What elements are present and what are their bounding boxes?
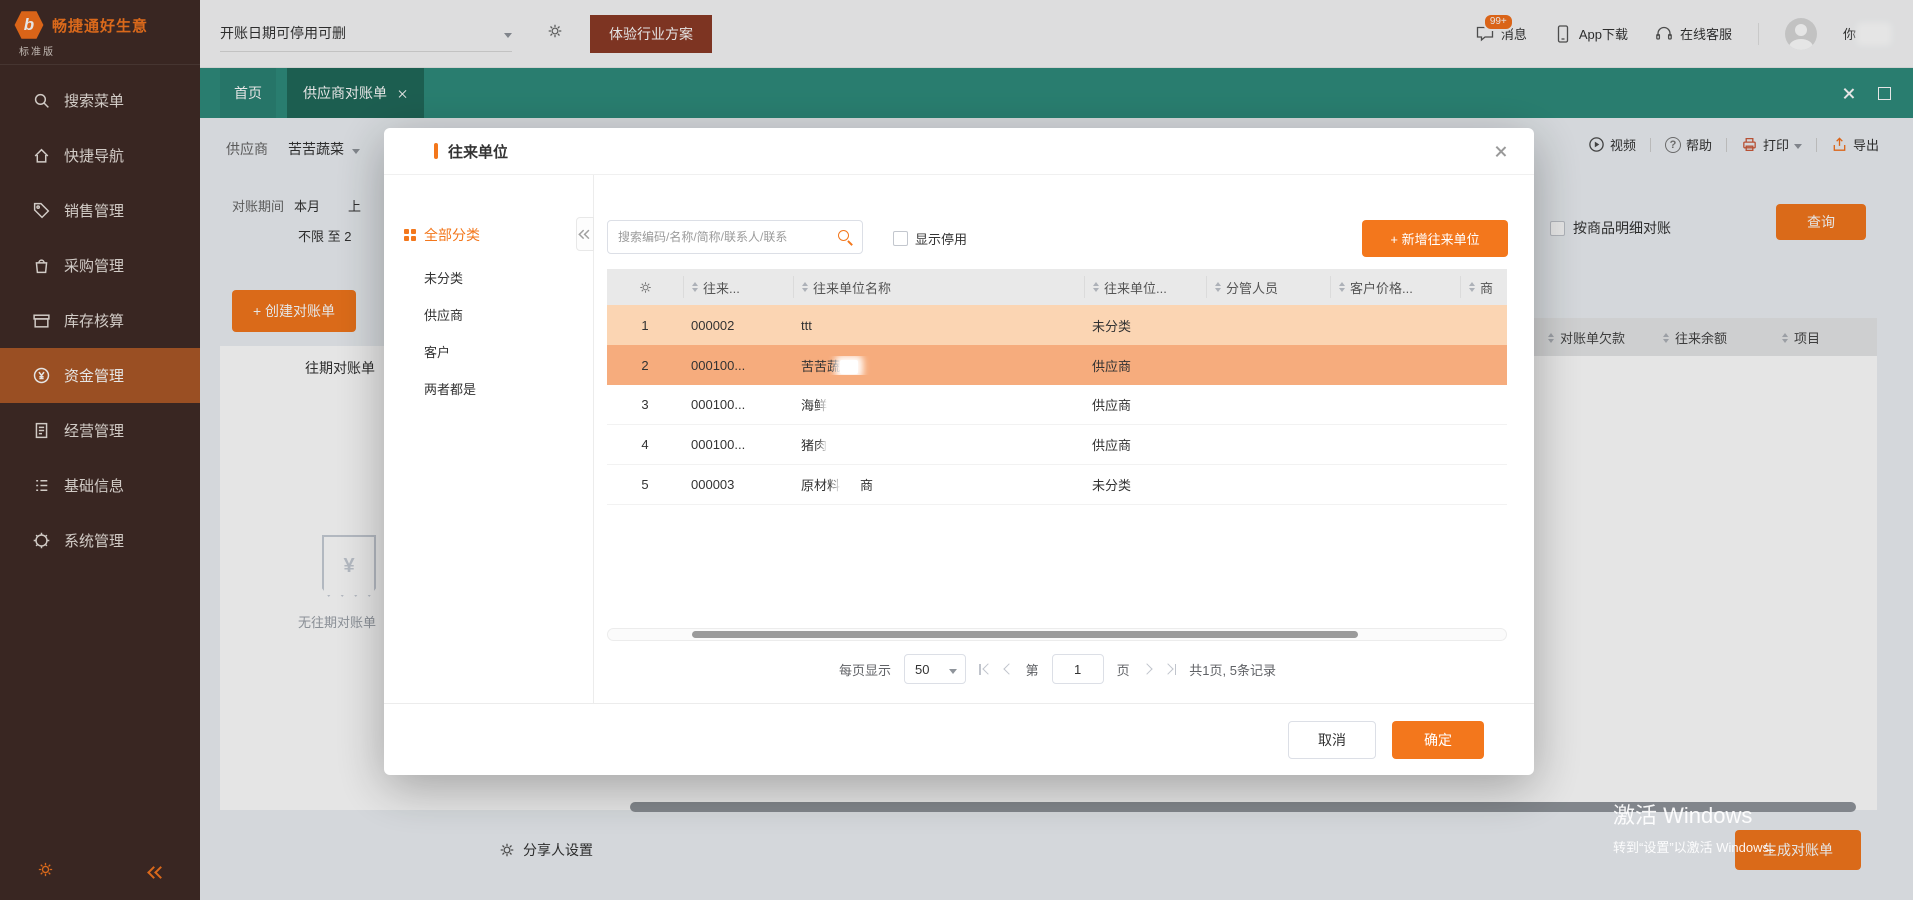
redacted-text: [840, 360, 859, 375]
page-prefix: 第: [1025, 662, 1039, 678]
modal-title: 往来单位: [448, 143, 509, 161]
title-accent: [434, 143, 438, 159]
grid-icon: [404, 229, 416, 241]
category-all[interactable]: 全部分类: [384, 225, 593, 245]
redacted-text: [840, 479, 861, 494]
column-header-goods[interactable]: 商: [1460, 276, 1507, 298]
category-panel: 全部分类 未分类 供应商 客户 两者都是: [384, 175, 594, 703]
chevron-down-icon: [949, 668, 958, 674]
column-settings-button[interactable]: [607, 276, 683, 298]
counterparty-table: 往来... 往来单位名称 往来单位... 分管人员 客户价格... 商 1 00…: [607, 269, 1507, 505]
modal-body: 全部分类 未分类 供应商 客户 两者都是 显示停用 + 新增往来单位: [384, 175, 1534, 703]
sort-icon: [1339, 282, 1345, 292]
search-box: [607, 220, 863, 254]
category-item-supplier[interactable]: 供应商: [384, 296, 593, 333]
column-header-price[interactable]: 客户价格...: [1330, 276, 1460, 298]
sort-icon: [802, 282, 808, 292]
prev-page-button[interactable]: [1002, 663, 1015, 675]
sort-icon: [1469, 282, 1475, 292]
redacted-text: [827, 439, 854, 454]
category-item-customer[interactable]: 客户: [384, 333, 593, 370]
modal-close-icon[interactable]: [1493, 144, 1508, 159]
table-row[interactable]: 2 000100... 苦苦蔬 供应商: [607, 345, 1507, 385]
redacted-text: [827, 399, 854, 414]
table-header-row: 往来... 往来单位名称 往来单位... 分管人员 客户价格... 商: [607, 269, 1507, 305]
modal-content: 显示停用 + 新增往来单位 往来... 往来单位名称 往来单位... 分管人员 …: [594, 175, 1534, 703]
search-icon[interactable]: [837, 229, 853, 245]
modal-controls: 显示停用 + 新增往来单位: [607, 220, 1508, 257]
page-suffix: 页: [1116, 662, 1130, 678]
modal-horizontal-scrollbar[interactable]: [607, 628, 1507, 641]
pagination: 每页显示 50 第 页 共1页, 5条记录: [607, 654, 1508, 684]
add-counterparty-button[interactable]: + 新增往来单位: [1362, 220, 1508, 257]
modal-header: 往来单位: [384, 128, 1534, 175]
last-page-button[interactable]: [1162, 663, 1177, 675]
table-row[interactable]: 3 000100... 海鲜 供应商: [607, 385, 1507, 425]
modal-footer: 取消 确定: [384, 703, 1534, 775]
panel-collapse-button[interactable]: [576, 217, 594, 251]
counterparty-modal: 往来单位 全部分类 未分类 供应商 客户 两者都是 搜索编码/名称/简称/联系人…: [384, 128, 1534, 775]
pagination-summary: 共1页, 5条记录: [1189, 662, 1276, 678]
gear-icon: [639, 281, 651, 293]
per-page-select[interactable]: 50: [904, 654, 967, 684]
category-item-both[interactable]: 两者都是: [384, 370, 593, 407]
search-input[interactable]: [608, 221, 862, 253]
category-item-unclassified[interactable]: 未分类: [384, 259, 593, 296]
first-page-button[interactable]: [979, 663, 994, 675]
table-row[interactable]: 5 000003 原材料商 未分类: [607, 465, 1507, 505]
table-row[interactable]: 1 000002 ttt 未分类: [607, 305, 1507, 345]
category-list: 未分类 供应商 客户 两者都是: [384, 259, 593, 407]
page-number-input[interactable]: [1051, 654, 1104, 684]
confirm-button[interactable]: 确定: [1392, 720, 1484, 759]
column-header-type[interactable]: 往来单位...: [1084, 276, 1206, 298]
sort-icon: [692, 282, 698, 292]
checkbox[interactable]: [893, 231, 908, 246]
sort-icon: [1215, 282, 1221, 292]
cancel-button[interactable]: 取消: [1288, 720, 1376, 759]
show-disabled-checkbox-row[interactable]: 显示停用: [893, 229, 967, 248]
next-page-button[interactable]: [1141, 663, 1153, 675]
table-row[interactable]: 4 000100... 猪肉 供应商: [607, 425, 1507, 465]
scrollbar-thumb[interactable]: [692, 631, 1358, 638]
column-header-name[interactable]: 往来单位名称: [793, 276, 1084, 298]
column-header-code[interactable]: 往来...: [683, 276, 793, 298]
sort-icon: [1093, 282, 1099, 292]
per-page-label: 每页显示: [839, 662, 892, 678]
column-header-manager[interactable]: 分管人员: [1206, 276, 1330, 298]
double-chevron-left-icon: [579, 230, 591, 239]
